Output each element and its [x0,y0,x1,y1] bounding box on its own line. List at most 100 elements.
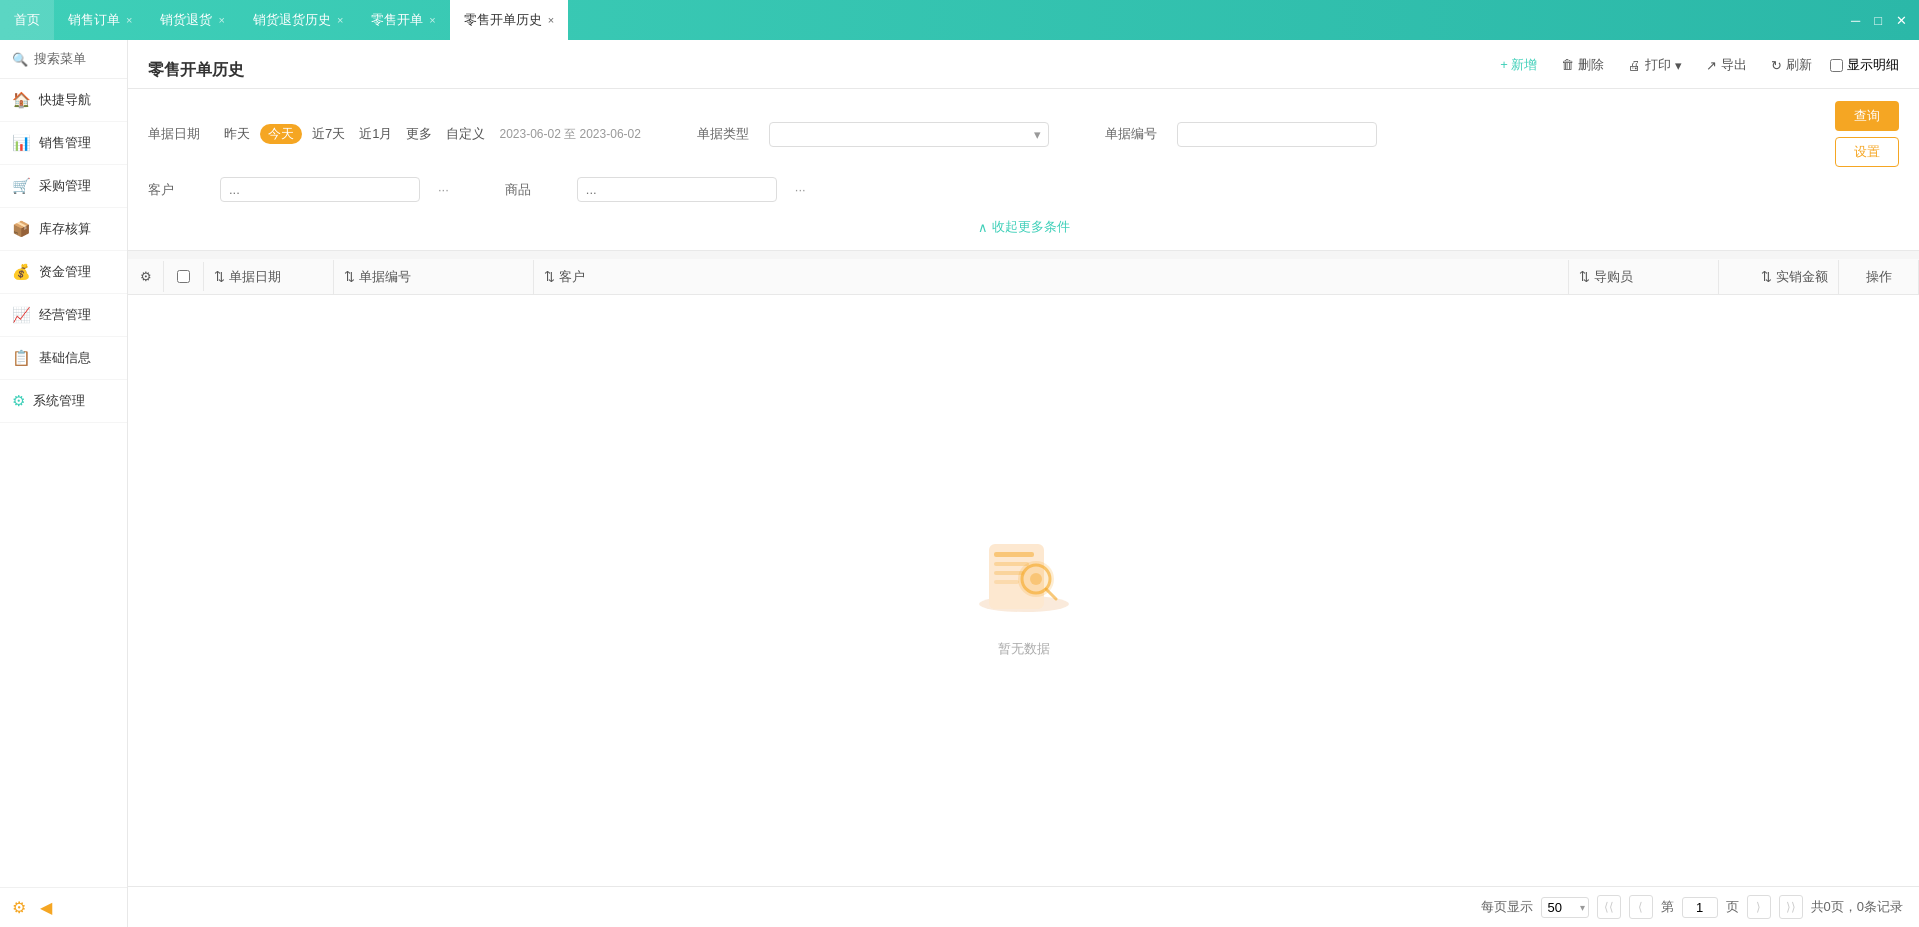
page-header: 零售开单历史 + 新增 🗑 删除 🖨 打印 ▾ ↗ 导出 ↻ 刷新 [128,40,1919,89]
th-date-label: 单据日期 [229,268,281,286]
tab-close-retail-open-history[interactable]: × [548,14,554,26]
prev-page-button[interactable]: ⟨ [1629,895,1653,919]
total-info: 共0页，0条记录 [1811,898,1903,916]
tab-retail-open[interactable]: 零售开单× [357,0,449,40]
search-icon: 🔍 [12,52,28,67]
display-detail-checkbox[interactable] [1830,59,1843,72]
sidebar-label-basic-info: 基础信息 [39,349,91,367]
content-area: 零售开单历史 + 新增 🗑 删除 🖨 打印 ▾ ↗ 导出 ↻ 刷新 [128,40,1919,927]
date-1month[interactable]: 近1月 [355,124,396,144]
sidebar-search[interactable]: 🔍 搜索菜单 [0,40,127,79]
refresh-button[interactable]: ↻ 刷新 [1765,52,1818,78]
sidebar-label-finance: 资金管理 [39,263,91,281]
sidebar-item-quick-nav[interactable]: 🏠 快捷导航 [0,79,127,122]
page-word: 第 [1661,898,1674,916]
goods-input[interactable] [577,177,777,202]
th-amount: ⇅ 实销金额 [1719,260,1839,294]
refresh-label: 刷新 [1786,56,1812,74]
per-page-select[interactable]: 10 20 50 100 [1541,897,1589,918]
th-amount-label: 实销金额 [1776,268,1828,286]
th-amount-sort-icon[interactable]: ⇅ [1761,269,1772,284]
sidebar-item-basic-info[interactable]: 📋 基础信息 [0,337,127,380]
collapse-sidebar-icon[interactable]: ◀ [40,898,52,917]
sidebar-icon-purchase-mgmt: 🛒 [12,177,31,195]
sidebar-item-inventory[interactable]: 📦 库存核算 [0,208,127,251]
tab-close-retail-open[interactable]: × [429,14,435,26]
tab-close-sales-return[interactable]: × [218,14,224,26]
sidebar-label-purchase-mgmt: 采购管理 [39,177,91,195]
tab-retail-open-history[interactable]: 零售开单历史× [450,0,568,40]
th-client-sort-icon[interactable]: ⇅ [544,269,555,284]
th-gear[interactable]: ⚙ [128,261,164,292]
sidebar-item-finance[interactable]: 💰 资金管理 [0,251,127,294]
tab-sales-order[interactable]: 销售订单× [54,0,146,40]
th-op-label: 操作 [1866,268,1892,286]
display-detail-label: 显示明细 [1847,56,1899,74]
th-date-sort-icon[interactable]: ⇅ [214,269,225,284]
last-page-button[interactable]: ⟩⟩ [1779,895,1803,919]
client-input[interactable] [220,177,420,202]
sidebar-icon-sys-mgmt: ⚙ [12,392,25,410]
export-icon: ↗ [1706,58,1717,73]
th-guide-sort-icon[interactable]: ⇅ [1579,269,1590,284]
next-page-button[interactable]: ⟩ [1747,895,1771,919]
window-controls: ─ □ ✕ [1851,13,1919,28]
sidebar-item-sys-mgmt[interactable]: ⚙ 系统管理 [0,380,127,423]
date-7days[interactable]: 近7天 [308,124,349,144]
page-title: 零售开单历史 [148,60,244,81]
tab-home[interactable]: 首页 [0,0,54,40]
select-all-checkbox[interactable] [177,270,190,283]
th-num: ⇅ 单据编号 [334,260,534,294]
sidebar-item-purchase-mgmt[interactable]: 🛒 采购管理 [0,165,127,208]
settings-icon[interactable]: ⚙ [12,898,26,917]
action-buttons: 查询 设置 [1835,101,1899,167]
empty-state: 暂无数据 [128,295,1919,886]
client-ellipsis[interactable]: ··· [438,182,449,197]
first-page-button[interactable]: ⟨⟨ [1597,895,1621,919]
filter-row-2: 客户 ··· 商品 ··· [148,177,1899,202]
type-select[interactable] [769,122,1049,147]
print-icon: 🖨 [1628,58,1641,73]
type-select-wrapper [769,122,1049,147]
type-filter-label: 单据类型 [697,125,753,143]
goods-ellipsis[interactable]: ··· [795,182,806,197]
table-header: ⚙ ⇅ 单据日期 ⇅ 单据编号 ⇅ 客户 ⇅ 导购员 [128,259,1919,295]
sidebar-label-quick-nav: 快捷导航 [39,91,91,109]
tab-close-sales-return-history[interactable]: × [337,14,343,26]
svg-rect-2 [994,552,1034,557]
tab-bar: 首页销售订单×销货退货×销货退货历史×零售开单×零售开单历史× [0,0,1851,40]
date-range-display: 2023-06-02 至 2023-06-02 [499,126,640,143]
close-icon[interactable]: ✕ [1896,13,1907,28]
setting-button[interactable]: 设置 [1835,137,1899,167]
query-button[interactable]: 查询 [1835,101,1899,131]
sidebar-item-sales-mgmt[interactable]: 📊 销售管理 [0,122,127,165]
page-number-input[interactable] [1682,897,1718,918]
th-date: ⇅ 单据日期 [204,260,334,294]
date-custom[interactable]: 自定义 [442,124,489,144]
export-button[interactable]: ↗ 导出 [1700,52,1753,78]
sidebar-label-business: 经营管理 [39,306,91,324]
print-button[interactable]: 🖨 打印 ▾ [1622,52,1688,78]
collapse-button[interactable]: ∧ 收起更多条件 [970,216,1078,238]
toolbar: + 新增 🗑 删除 🖨 打印 ▾ ↗ 导出 ↻ 刷新 显示明细 [1494,52,1899,88]
maximize-icon[interactable]: □ [1874,13,1882,28]
num-input[interactable] [1177,122,1377,147]
add-button[interactable]: + 新增 [1494,52,1543,78]
delete-button[interactable]: 🗑 删除 [1555,52,1610,78]
goods-filter-label: 商品 [505,181,561,199]
top-bar: 首页销售订单×销货退货×销货退货历史×零售开单×零售开单历史× ─ □ ✕ [0,0,1919,40]
tab-sales-return[interactable]: 销货退货× [146,0,238,40]
minimize-icon[interactable]: ─ [1851,13,1860,28]
date-yesterday[interactable]: 昨天 [220,124,254,144]
th-num-sort-icon[interactable]: ⇅ [344,269,355,284]
tab-close-sales-order[interactable]: × [126,14,132,26]
th-guide: ⇅ 导购员 [1569,260,1719,294]
per-page-select-wrapper: 10 20 50 100 [1541,897,1589,918]
th-client-label: 客户 [559,268,585,286]
sidebar-item-business[interactable]: 📈 经营管理 [0,294,127,337]
svg-point-9 [1030,573,1042,585]
date-today[interactable]: 今天 [260,124,302,144]
date-more[interactable]: 更多 [402,124,436,144]
tab-sales-return-history[interactable]: 销货退货历史× [239,0,357,40]
display-detail-toggle[interactable]: 显示明细 [1830,56,1899,74]
